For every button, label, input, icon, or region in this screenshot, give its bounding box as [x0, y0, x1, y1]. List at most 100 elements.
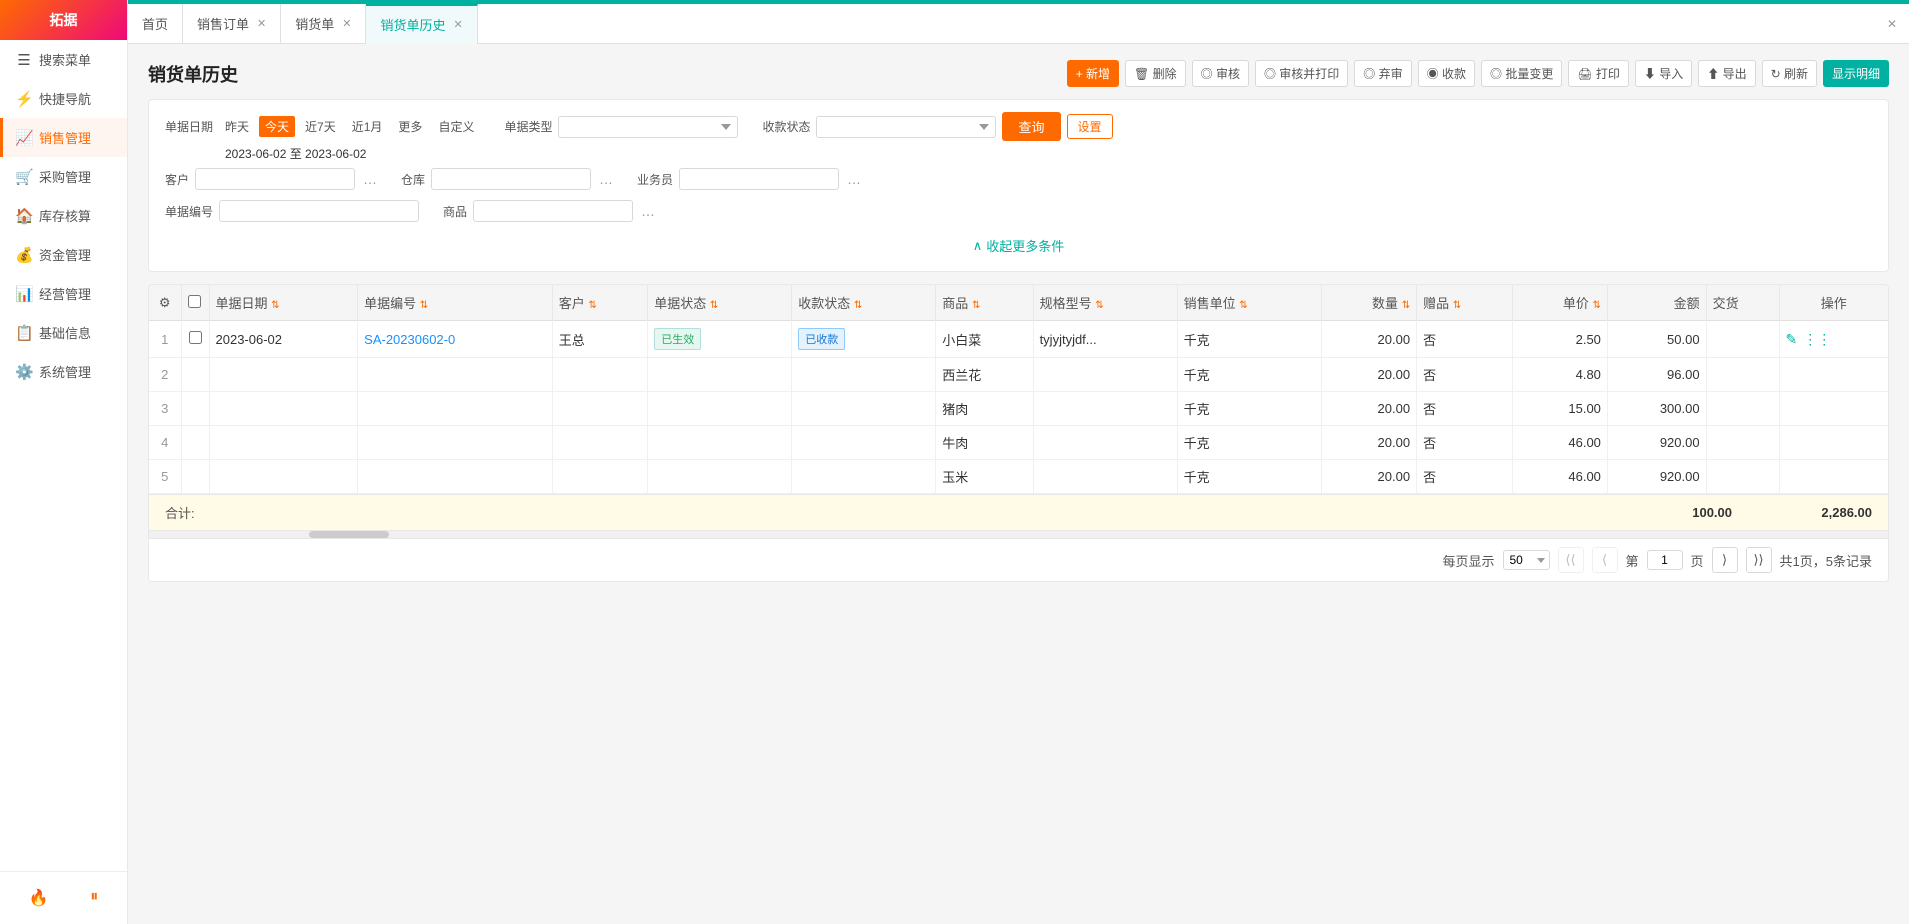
date-option-more[interactable]: 更多	[392, 116, 428, 137]
collect-button[interactable]: ◉ 收款	[1418, 60, 1475, 87]
cell-doc-no[interactable]	[358, 392, 553, 426]
sidebar-item-search-menu[interactable]: ☰ 搜索菜单	[0, 40, 127, 79]
batch-change-button[interactable]: ◎ 批量变更	[1481, 60, 1562, 87]
filter-docno-input[interactable]	[219, 200, 419, 222]
col-payment-status[interactable]: 收款状态 ⇅	[792, 285, 936, 321]
date-option-7days[interactable]: 近7天	[299, 116, 342, 137]
sidebar-item-sales-mgmt[interactable]: 📈 销售管理	[0, 118, 127, 157]
filter-customer-picker[interactable]: …	[363, 171, 377, 187]
sidebar-item-quick-nav[interactable]: ⚡ 快捷导航	[0, 79, 127, 118]
col-qty[interactable]: 数量 ⇅	[1321, 285, 1416, 321]
cell-doc-no[interactable]	[358, 426, 553, 460]
sidebar-item-purchase-mgmt[interactable]: 🛒 采购管理	[0, 157, 127, 196]
col-unit-price[interactable]: 单价 ⇅	[1512, 285, 1607, 321]
cell-unit: 千克	[1177, 392, 1321, 426]
table-body: 1 2023-06-02 SA-20230602-0 王总 已生效 已收款 小白…	[149, 321, 1888, 494]
cell-checkbox[interactable]	[181, 426, 209, 460]
tab-sales-history-close[interactable]: ✕	[454, 18, 463, 31]
cell-checkbox[interactable]	[181, 460, 209, 494]
row-checkbox[interactable]	[189, 331, 202, 344]
filter-salesperson-input[interactable]	[679, 168, 839, 190]
tab-sales-history[interactable]: 销货单历史 ✕	[366, 4, 477, 44]
last-page-button[interactable]: ⟩⟩	[1746, 547, 1772, 573]
page-number-input[interactable]	[1647, 550, 1683, 570]
select-all-checkbox[interactable]	[188, 295, 201, 308]
col-transaction[interactable]: 交货	[1706, 285, 1779, 321]
filter-payment-select[interactable]	[816, 116, 996, 138]
cell-rownum: 1	[149, 321, 181, 358]
next-page-button[interactable]: ⟩	[1712, 547, 1738, 573]
date-option-1month[interactable]: 近1月	[346, 116, 389, 137]
print-button[interactable]: 🖨 打印	[1568, 60, 1629, 87]
tab-sales-order[interactable]: 销售订单 ✕	[183, 4, 281, 44]
filter-doctype-select[interactable]	[558, 116, 738, 138]
filter-product-input[interactable]	[473, 200, 633, 222]
col-settings[interactable]: ⚙	[149, 285, 181, 321]
quick-nav-icon: ⚡	[15, 90, 33, 108]
tab-sales-order-close[interactable]: ✕	[257, 17, 266, 30]
abandon-button[interactable]: ◎ 弃审	[1354, 60, 1411, 87]
tab-home[interactable]: 首页	[128, 4, 183, 44]
filter-product-picker[interactable]: …	[641, 203, 655, 219]
sidebar-item-inventory[interactable]: 🏠 库存核算	[0, 196, 127, 235]
sidebar-item-system-mgmt[interactable]: ⚙️ 系统管理	[0, 352, 127, 391]
cell-checkbox[interactable]	[181, 392, 209, 426]
horizontal-scrollbar[interactable]	[149, 530, 1888, 538]
approve-button[interactable]: ◎ 审核	[1192, 60, 1249, 87]
col-gift[interactable]: 赠品 ⇅	[1417, 285, 1512, 321]
col-action: 操作	[1779, 285, 1888, 321]
col-unit[interactable]: 销售单位 ⇅	[1177, 285, 1321, 321]
col-doc-status[interactable]: 单据状态 ⇅	[648, 285, 792, 321]
edit-icon[interactable]: ✎	[1786, 331, 1798, 348]
import-button[interactable]: ⬇ 导入	[1635, 60, 1692, 87]
pause-icon[interactable]: ⏸	[90, 888, 98, 908]
filter-warehouse-input[interactable]	[431, 168, 591, 190]
cell-doc-no[interactable]	[358, 358, 553, 392]
first-page-button[interactable]: ⟨⟨	[1558, 547, 1584, 573]
sidebar: 拓据 ☰ 搜索菜单 ⚡ 快捷导航 📈 销售管理 🛒 采购管理 🏠 库存核算 💰 …	[0, 0, 128, 924]
collapse-filter-button[interactable]: ∧ 收起更多条件	[165, 232, 1872, 259]
more-icon[interactable]: ⋮⋮	[1803, 331, 1831, 348]
new-button[interactable]: + 新增	[1067, 60, 1119, 87]
tab-sales-delivery[interactable]: 销货单 ✕	[281, 4, 366, 44]
sort-customer-icon: ⇅	[588, 300, 596, 311]
fire-icon[interactable]: 🔥	[29, 888, 49, 908]
approve-print-button[interactable]: ◎ 审核并打印	[1255, 60, 1348, 87]
cell-transaction	[1706, 460, 1779, 494]
col-customer[interactable]: 客户 ⇅	[552, 285, 647, 321]
basic-info-icon: 📋	[15, 324, 33, 342]
col-doc-no[interactable]: 单据编号 ⇅	[358, 285, 553, 321]
prev-page-button[interactable]: ⟨	[1592, 547, 1618, 573]
col-doc-date[interactable]: 单据日期 ⇅	[209, 285, 358, 321]
table-row: 1 2023-06-02 SA-20230602-0 王总 已生效 已收款 小白…	[149, 321, 1888, 358]
cell-checkbox[interactable]	[181, 321, 209, 358]
col-product[interactable]: 商品 ⇅	[936, 285, 1033, 321]
export-button[interactable]: ⬆ 导出	[1698, 60, 1755, 87]
date-option-custom[interactable]: 自定义	[432, 116, 480, 137]
delete-button[interactable]: 🗑 删除	[1125, 60, 1186, 87]
sort-product-icon: ⇅	[972, 300, 980, 311]
refresh-button[interactable]: ↻ 刷新	[1762, 60, 1817, 87]
col-amount[interactable]: 金额	[1607, 285, 1706, 321]
date-option-today[interactable]: 今天	[259, 116, 295, 137]
sidebar-item-operations[interactable]: 📊 经营管理	[0, 274, 127, 313]
cell-doc-no[interactable]	[358, 460, 553, 494]
filter-warehouse-picker[interactable]: …	[599, 171, 613, 187]
cell-checkbox[interactable]	[181, 358, 209, 392]
query-button[interactable]: 查询	[1002, 112, 1060, 141]
show-detail-button[interactable]: 显示明细	[1823, 60, 1889, 87]
sidebar-item-basic-info[interactable]: 📋 基础信息	[0, 313, 127, 352]
filter-salesperson-picker[interactable]: …	[847, 171, 861, 187]
tab-sales-delivery-close[interactable]: ✕	[342, 17, 351, 30]
page-size-select[interactable]: 50 100 200	[1503, 550, 1550, 570]
filter-settings-button[interactable]: 设置	[1067, 114, 1113, 139]
col-spec[interactable]: 规格型号 ⇅	[1033, 285, 1177, 321]
close-all-tabs-button[interactable]: ✕	[1887, 17, 1897, 31]
doc-no-link[interactable]: SA-20230602-0	[364, 332, 455, 347]
col-checkbox[interactable]	[181, 285, 209, 321]
cell-doc-no[interactable]: SA-20230602-0	[358, 321, 553, 358]
summary-data: 100.00 2,286.00	[1052, 505, 1872, 520]
date-option-yesterday[interactable]: 昨天	[219, 116, 255, 137]
sidebar-item-finance[interactable]: 💰 资金管理	[0, 235, 127, 274]
filter-customer-input[interactable]	[195, 168, 355, 190]
